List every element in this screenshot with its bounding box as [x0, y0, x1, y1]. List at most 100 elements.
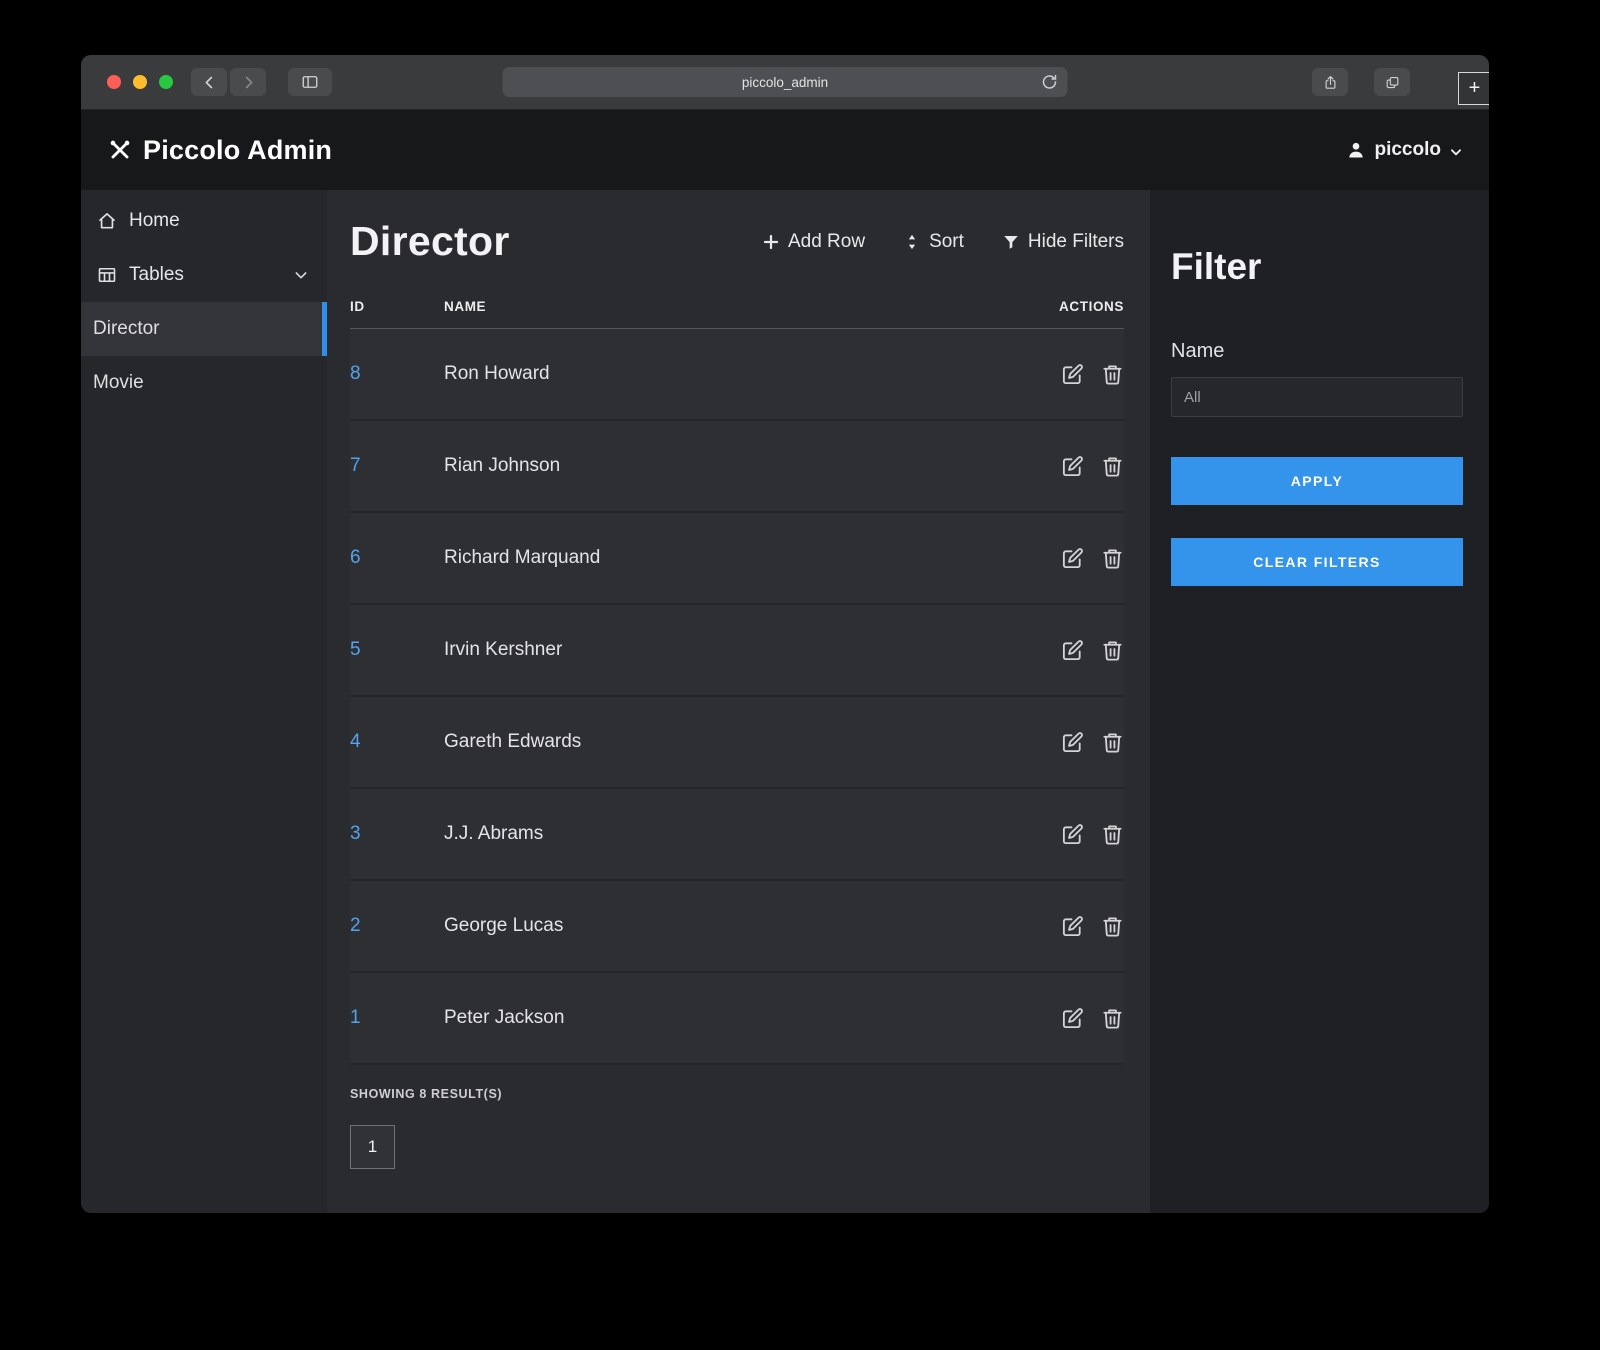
share-button[interactable] [1312, 68, 1348, 96]
pagination-page-button[interactable]: 1 [350, 1125, 395, 1169]
trash-icon [1103, 1008, 1122, 1029]
table-row: 2 George Lucas [350, 881, 1124, 973]
sidebar-item-label: Director [93, 318, 160, 339]
table-row: 7 Rian Johnson [350, 421, 1124, 513]
column-header-id: ID [350, 299, 365, 314]
edit-pencil-icon [1062, 547, 1083, 568]
row-name: Ron Howard [444, 363, 550, 384]
sort-arrows-icon [908, 234, 916, 249]
user-name: piccolo [1374, 139, 1441, 160]
edit-row-button[interactable] [1061, 547, 1084, 570]
user-menu[interactable]: piccolo [1346, 139, 1463, 161]
table-icon [98, 267, 116, 283]
edit-pencil-icon [1062, 639, 1083, 660]
row-name: Rian Johnson [444, 455, 561, 476]
delete-row-button[interactable] [1101, 363, 1124, 386]
row-id-link[interactable]: 2 [350, 915, 444, 937]
trash-icon [1103, 364, 1122, 385]
hide-filters-label: Hide Filters [1027, 230, 1124, 252]
add-row-button[interactable]: Add Row [762, 231, 865, 253]
tabs-icon [1386, 76, 1398, 88]
minimize-window-button[interactable] [133, 75, 147, 89]
table-row: 5 Irvin Kershner [350, 605, 1124, 697]
edit-pencil-icon [1062, 455, 1083, 476]
sidebar: Home Tables Director Movie [81, 190, 327, 1213]
trash-icon [1103, 732, 1122, 753]
hide-filters-button[interactable]: Hide Filters [1002, 231, 1124, 253]
sort-button[interactable]: Sort [903, 231, 964, 253]
edit-pencil-icon [1062, 363, 1083, 384]
edit-pencil-icon [1062, 1007, 1083, 1028]
edit-pencil-icon [1062, 915, 1083, 936]
table-row: 8 Ron Howard [350, 329, 1124, 421]
toolbar: Add Row Sort Hide Filters [762, 231, 1124, 253]
page-title: Director [350, 218, 510, 264]
edit-row-button[interactable] [1061, 455, 1084, 478]
row-id-link[interactable]: 8 [350, 363, 444, 385]
table-rows: 8 Ron Howard 7 Rian Johnson 6 Richard Ma… [350, 329, 1124, 1065]
delete-row-button[interactable] [1101, 547, 1124, 570]
sidebar-item-tables[interactable]: Tables [81, 248, 327, 302]
delete-row-button[interactable] [1101, 731, 1124, 754]
edit-row-button[interactable] [1061, 823, 1084, 846]
new-tab-button[interactable]: + [1458, 71, 1489, 105]
name-filter-input[interactable] [1171, 377, 1463, 417]
app-header: Piccolo Admin piccolo [81, 110, 1489, 190]
sidebar-item-director[interactable]: Director [81, 302, 327, 356]
app-logo: Piccolo Admin [107, 135, 332, 166]
plus-icon [763, 234, 779, 249]
browser-titlebar: piccolo_admin + [81, 55, 1489, 110]
apply-button[interactable]: APPLY [1171, 457, 1463, 505]
funnel-icon [1004, 235, 1018, 249]
address-bar[interactable]: piccolo_admin [502, 67, 1068, 97]
filter-panel: Filter Name APPLY CLEAR FILTERS [1150, 190, 1489, 1213]
browser-window: piccolo_admin + Piccolo Admin piccolo Ho… [81, 55, 1489, 1213]
results-count: SHOWING 8 RESULT(S) [350, 1087, 503, 1101]
table-header: ID NAME ACTIONS [350, 299, 1124, 329]
row-name: Gareth Edwards [444, 731, 582, 752]
column-header-name: NAME [444, 299, 487, 314]
clear-filters-button[interactable]: CLEAR FILTERS [1171, 538, 1463, 586]
chevron-down-icon [295, 272, 307, 279]
trash-icon [1103, 456, 1122, 477]
row-id-link[interactable]: 5 [350, 639, 444, 661]
close-window-button[interactable] [107, 75, 121, 89]
edit-row-button[interactable] [1061, 363, 1084, 386]
delete-row-button[interactable] [1101, 639, 1124, 662]
sidebar-item-home[interactable]: Home [81, 194, 327, 248]
table-row: 6 Richard Marquand [350, 513, 1124, 605]
table-row: 4 Gareth Edwards [350, 697, 1124, 789]
zoom-window-button[interactable] [159, 75, 173, 89]
table-row: 3 J.J. Abrams [350, 789, 1124, 881]
row-name: George Lucas [444, 915, 564, 936]
column-header-actions: ACTIONS [1059, 299, 1124, 314]
delete-row-button[interactable] [1101, 1007, 1124, 1030]
delete-row-button[interactable] [1101, 455, 1124, 478]
back-button[interactable] [191, 68, 227, 96]
sidebar-item-movie[interactable]: Movie [81, 356, 327, 410]
table-row: 1 Peter Jackson [350, 973, 1124, 1065]
edit-row-button[interactable] [1061, 639, 1084, 662]
home-icon [98, 213, 116, 229]
tabs-overview-button[interactable] [1374, 68, 1410, 96]
trash-icon [1103, 916, 1122, 937]
row-id-link[interactable]: 4 [350, 731, 444, 753]
row-id-link[interactable]: 3 [350, 823, 444, 845]
row-name: Peter Jackson [444, 1007, 565, 1028]
traffic-lights [107, 75, 173, 89]
reload-icon[interactable] [1041, 73, 1059, 91]
row-id-link[interactable]: 6 [350, 547, 444, 569]
plus-icon: + [1468, 76, 1481, 99]
add-row-label: Add Row [787, 230, 866, 252]
edit-row-button[interactable] [1061, 731, 1084, 754]
chevron-left-icon [205, 76, 212, 88]
sidebar-toggle-button[interactable] [288, 68, 332, 96]
delete-row-button[interactable] [1101, 823, 1124, 846]
forward-button[interactable] [230, 68, 266, 96]
row-id-link[interactable]: 1 [350, 1007, 444, 1029]
delete-row-button[interactable] [1101, 915, 1124, 938]
edit-row-button[interactable] [1061, 1007, 1084, 1030]
row-id-link[interactable]: 7 [350, 455, 444, 477]
sidebar-item-label: Tables [129, 264, 184, 285]
edit-row-button[interactable] [1061, 915, 1084, 938]
